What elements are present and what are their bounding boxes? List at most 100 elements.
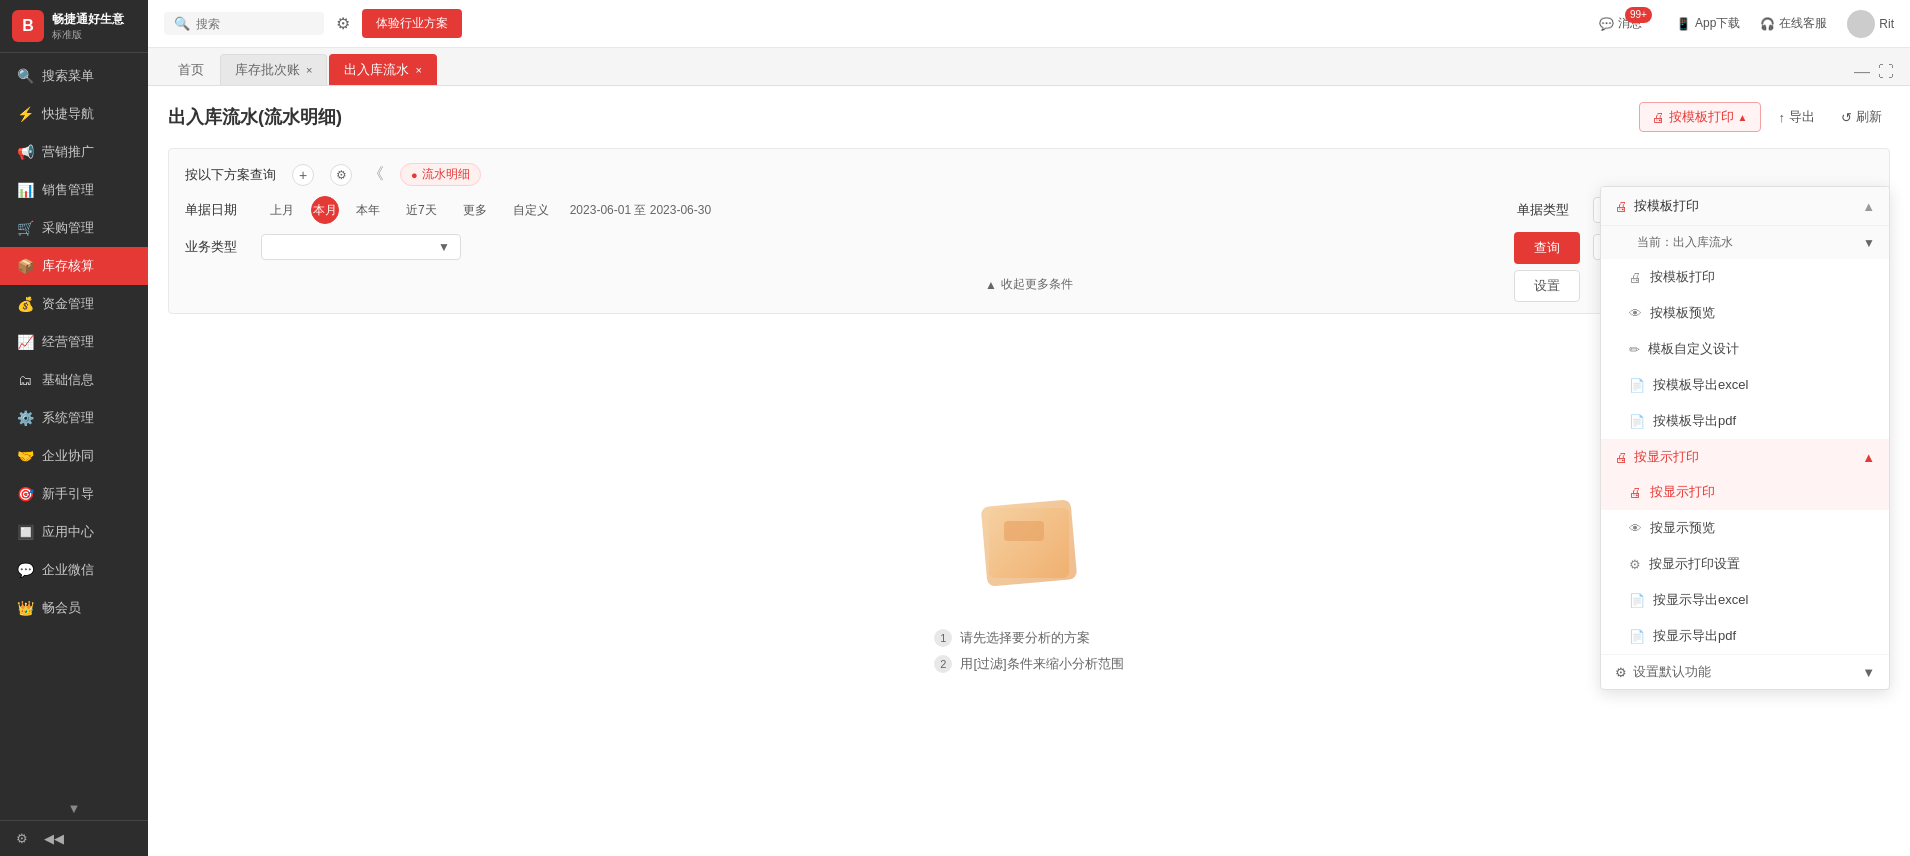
tab-flow-close-icon[interactable]: × — [415, 64, 421, 76]
sidebar-item-finance[interactable]: 💰 资金管理 — [0, 285, 148, 323]
dropdown-item-template-print[interactable]: 🖨 按模板打印 — [1601, 259, 1889, 295]
tab-maximize-icon[interactable]: ⛶ — [1878, 63, 1894, 81]
main-area: 🔍 ⚙ 体验行业方案 💬 消息 99+ 📱 App下载 🎧 在线客服 Rit — [148, 0, 1910, 856]
export-button[interactable]: ↑ 导出 — [1771, 104, 1824, 130]
sidebar-item-sales[interactable]: 📊 销售管理 — [0, 171, 148, 209]
date-btn-this-month[interactable]: 本月 — [311, 196, 339, 224]
topbar-right: 💬 消息 99+ 📱 App下载 🎧 在线客服 Rit — [1599, 10, 1894, 38]
dropdown-item-template-pdf[interactable]: 📄 按模板导出pdf — [1601, 403, 1889, 439]
tab-batch-close-icon[interactable]: × — [306, 64, 312, 76]
sidebar-item-label: 应用中心 — [42, 523, 94, 541]
refresh-label: 刷新 — [1856, 108, 1882, 126]
pdf-icon-d5: 📄 — [1629, 629, 1645, 644]
refresh-button[interactable]: ↺ 刷新 — [1833, 104, 1890, 130]
user-avatar[interactable]: Rit — [1847, 10, 1894, 38]
gear-icon-d3: ⚙ — [1629, 557, 1641, 572]
dropdown-item-template-custom[interactable]: ✏ 模板自定义设计 — [1601, 331, 1889, 367]
print-template-button[interactable]: 🖨 按模板打印 ▲ — [1639, 102, 1761, 132]
dropdown-collapse-icon[interactable]: ▲ — [1862, 199, 1875, 214]
topbar-search-box[interactable]: 🔍 — [164, 12, 324, 35]
dropdown-item-display-preview[interactable]: 👁 按显示预览 — [1601, 510, 1889, 546]
dropdown-item-display-print[interactable]: 🖨 按显示打印 — [1601, 474, 1889, 510]
sidebar-item-shortcut[interactable]: ⚡ 快捷导航 — [0, 95, 148, 133]
dropdown-display-subheader[interactable]: 🖨 按显示打印 ▲ — [1601, 440, 1889, 474]
app-download-button[interactable]: 📱 App下载 — [1676, 15, 1740, 32]
dropdown-current-item: 当前：出入库流水 ▼ — [1601, 226, 1889, 259]
tab-home[interactable]: 首页 — [164, 55, 218, 85]
right-action-buttons: 查询 设置 — [1514, 232, 1580, 302]
sidebar-collapse-icon[interactable]: ◀◀ — [44, 831, 64, 846]
dropdown-item-display-settings[interactable]: ⚙ 按显示打印设置 — [1601, 546, 1889, 582]
chart-icon: 📊 — [16, 182, 34, 198]
date-btn-this-year[interactable]: 本年 — [347, 198, 389, 223]
business-filter-select[interactable]: ▼ — [261, 234, 461, 260]
app-edition: 标准版 — [52, 28, 124, 42]
date-filter-label: 单据日期 — [185, 201, 245, 219]
app-name: 畅捷通好生意 — [52, 11, 124, 28]
megaphone-icon: 📢 — [16, 144, 34, 160]
sidebar-item-inventory[interactable]: 📦 库存核算 — [0, 247, 148, 285]
date-btn-more[interactable]: 更多 — [454, 198, 496, 223]
sidebar-item-search[interactable]: 🔍 搜索菜单 — [0, 57, 148, 95]
filter-settings-button-2[interactable]: 设置 — [1514, 270, 1580, 302]
printer-icon-2: 🖨 — [1615, 199, 1628, 214]
handshake-icon: 🤝 — [16, 448, 34, 464]
trial-button[interactable]: 体验行业方案 — [362, 9, 462, 38]
sidebar-item-wechat[interactable]: 💬 企业微信 — [0, 551, 148, 589]
cart-icon: 🛒 — [16, 220, 34, 236]
dropdown-item-label: 按显示打印设置 — [1649, 555, 1740, 573]
filter-add-button[interactable]: + — [292, 164, 314, 186]
message-icon: 💬 — [1599, 17, 1614, 31]
dropdown-item-label: 模板自定义设计 — [1648, 340, 1739, 358]
dropdown-subheader-label: 按显示打印 — [1634, 448, 1699, 466]
step-1-text: 请先选择要分析的方案 — [960, 629, 1090, 647]
sidebar-item-basic[interactable]: 🗂 基础信息 — [0, 361, 148, 399]
sidebar-scroll-down[interactable]: ▼ — [0, 797, 148, 820]
sidebar-item-cooperation[interactable]: 🤝 企业协同 — [0, 437, 148, 475]
dropdown-item-label: 按模板导出excel — [1653, 376, 1748, 394]
excel-icon-d4: 📄 — [1629, 593, 1645, 608]
filter-settings-button[interactable]: ⚙ — [330, 164, 352, 186]
dropdown-item-display-pdf[interactable]: 📄 按显示导出pdf — [1601, 618, 1889, 654]
chat-icon: 💬 — [16, 562, 34, 578]
empty-step-1: 1 请先选择要分析的方案 — [934, 629, 1123, 647]
sidebar-item-system[interactable]: ⚙️ 系统管理 — [0, 399, 148, 437]
sidebar-settings-icon[interactable]: ⚙ — [16, 831, 28, 846]
tab-minimize-icon[interactable]: — — [1854, 63, 1870, 81]
printer-icon: 🖨 — [1652, 110, 1665, 125]
filter-collapse-button[interactable]: 《 — [368, 164, 384, 185]
page-header: 出入库流水(流水明细) 🖨 按模板打印 ▲ ↑ 导出 ↺ 刷新 — [168, 102, 1890, 132]
dropdown-footer[interactable]: ⚙ 设置默认功能 ▼ — [1601, 655, 1889, 689]
filter-tag-flow[interactable]: ● 流水明细 — [400, 163, 481, 186]
sidebar-item-label: 新手引导 — [42, 485, 94, 503]
date-btn-custom[interactable]: 自定义 — [504, 198, 558, 223]
avatar-image — [1847, 10, 1875, 38]
dropdown-item-label: 按显示预览 — [1650, 519, 1715, 537]
sidebar-item-label: 资金管理 — [42, 295, 94, 313]
online-service-button[interactable]: 🎧 在线客服 — [1760, 15, 1827, 32]
tab-batch[interactable]: 库存批次账 × — [220, 54, 327, 85]
dropdown-item-template-preview[interactable]: 👁 按模板预览 — [1601, 295, 1889, 331]
export-icon: ↑ — [1779, 110, 1786, 125]
content-area: 出入库流水(流水明细) 🖨 按模板打印 ▲ ↑ 导出 ↺ 刷新 — [148, 86, 1910, 856]
dropdown-item-label: 按显示导出excel — [1653, 591, 1748, 609]
sidebar-item-guide[interactable]: 🎯 新手引导 — [0, 475, 148, 513]
topbar-settings-icon[interactable]: ⚙ — [336, 14, 350, 33]
tab-flow[interactable]: 出入库流水 × — [329, 54, 436, 85]
empty-step-2: 2 用[过滤]条件来缩小分析范围 — [934, 655, 1123, 673]
dropdown-header: 🖨 按模板打印 ▲ — [1601, 187, 1889, 226]
message-button[interactable]: 💬 消息 99+ — [1599, 15, 1642, 32]
gear-small-icon: ⚙ — [336, 168, 347, 182]
sidebar-item-purchase[interactable]: 🛒 采购管理 — [0, 209, 148, 247]
date-btn-last-month[interactable]: 上月 — [261, 198, 303, 223]
date-btn-7days[interactable]: 近7天 — [397, 198, 446, 223]
dropdown-item-display-excel[interactable]: 📄 按显示导出excel — [1601, 582, 1889, 618]
sidebar-item-operations[interactable]: 📈 经营管理 — [0, 323, 148, 361]
sidebar-item-member[interactable]: 👑 畅会员 — [0, 589, 148, 627]
folder-icon: 🗂 — [16, 372, 34, 388]
dropdown-item-template-excel[interactable]: 📄 按模板导出excel — [1601, 367, 1889, 403]
query-button[interactable]: 查询 — [1514, 232, 1580, 264]
sidebar-item-marketing[interactable]: 📢 营销推广 — [0, 133, 148, 171]
sidebar-item-app-center[interactable]: 🔲 应用中心 — [0, 513, 148, 551]
search-input[interactable] — [196, 17, 296, 31]
